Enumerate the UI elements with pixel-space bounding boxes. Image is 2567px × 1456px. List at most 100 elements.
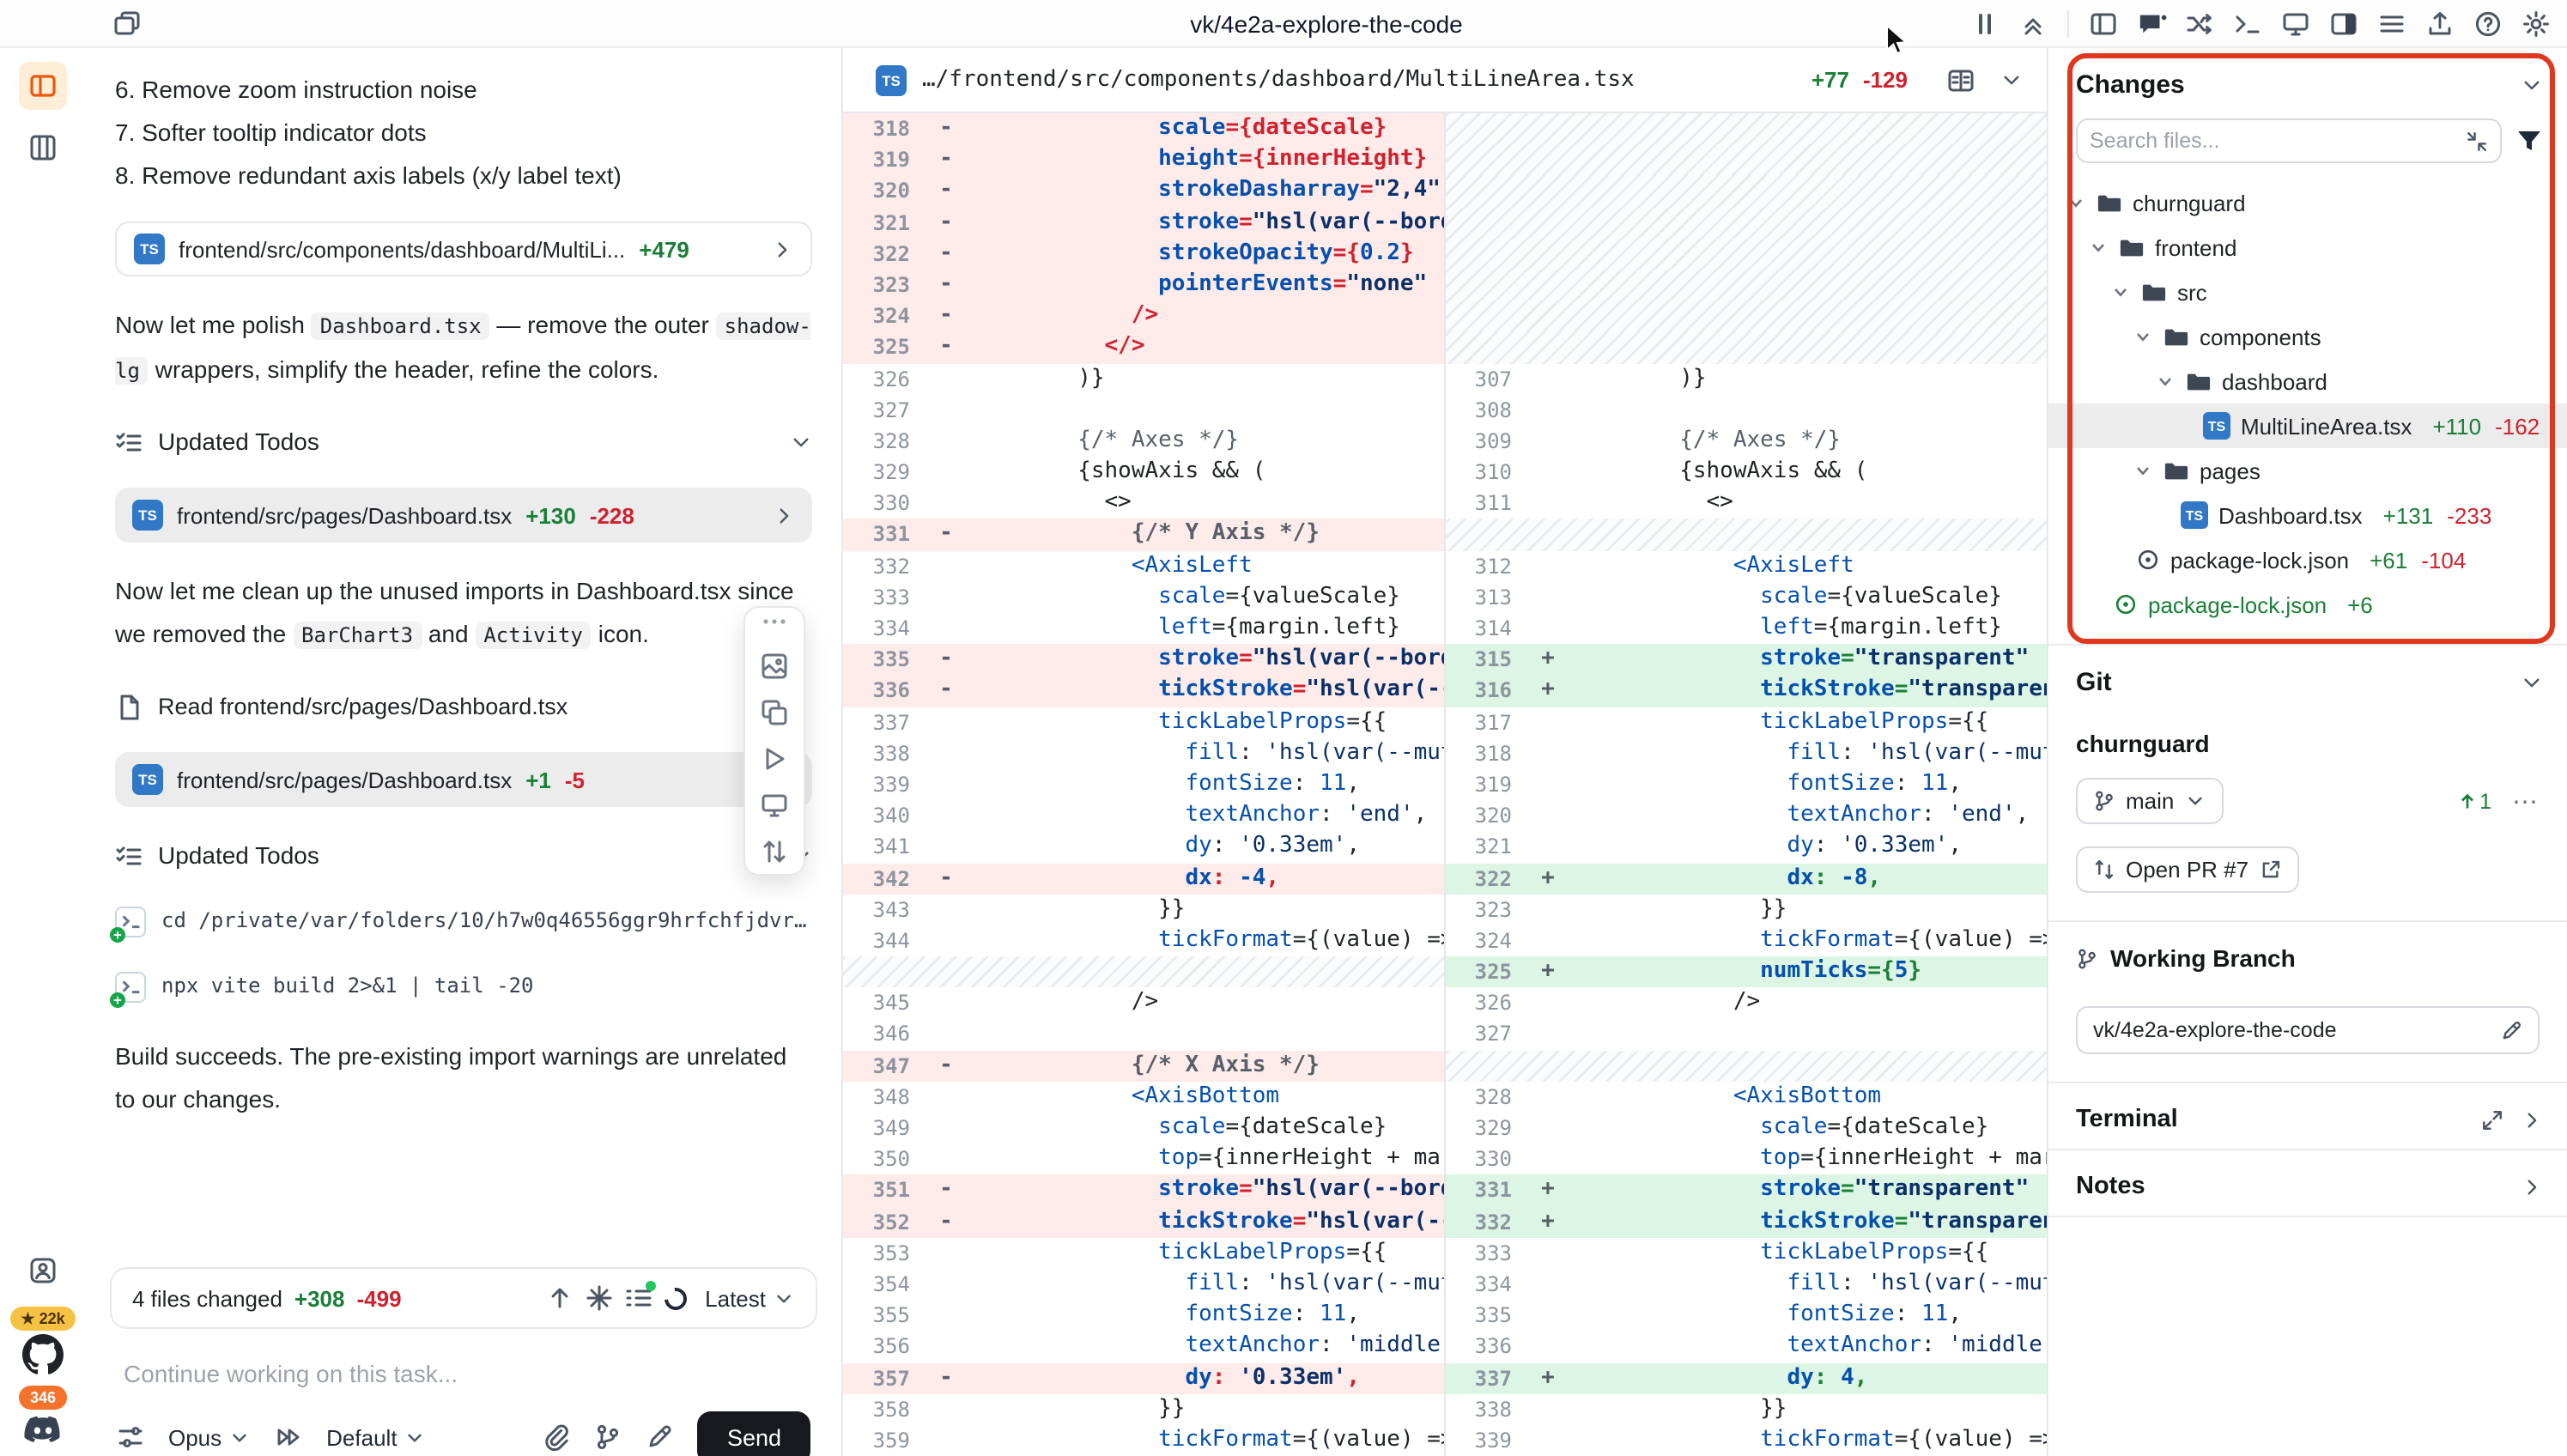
split-view-icon[interactable] <box>1947 66 1975 94</box>
pull-request-icon <box>2093 858 2115 881</box>
diff-row: 354 fill: 'hsl(var(--muted-foreground))'… <box>843 1269 1443 1300</box>
inline-code: BarChart3 <box>293 622 422 649</box>
panel-left-icon[interactable] <box>2090 10 2117 38</box>
edit-pencil-icon[interactable] <box>2500 1019 2522 1041</box>
external-link-icon <box>2259 858 2281 881</box>
tree-folder-pages[interactable]: pages <box>2048 448 2567 493</box>
inline-code: Activity <box>475 622 592 649</box>
copy-icon[interactable] <box>761 699 788 726</box>
more-options-icon[interactable] <box>761 616 788 634</box>
updated-todos-row[interactable]: Updated Todos <box>115 421 812 464</box>
send-button[interactable]: Send <box>698 1410 810 1456</box>
chevron-right-icon[interactable] <box>2521 1175 2543 1198</box>
diff-row <box>1445 332 2047 363</box>
expand-terminal-icon[interactable] <box>2481 1108 2503 1131</box>
panel-right-icon[interactable] <box>2330 10 2358 38</box>
scroll-up-icon[interactable] <box>545 1284 573 1312</box>
collapse-section-icon[interactable] <box>2521 671 2543 694</box>
file-change-card[interactable]: TS frontend/src/pages/Dashboard.tsx +1 -… <box>115 752 812 807</box>
run-icon[interactable] <box>761 745 788 773</box>
changes-title: Changes <box>2076 70 2185 100</box>
discord-icon[interactable] <box>0 1415 86 1446</box>
diff-row: 320 textAnchor: 'end', <box>1445 800 2047 831</box>
file-change-card[interactable]: TS frontend/src/pages/Dashboard.tsx +130… <box>115 488 812 543</box>
chevron-right-icon <box>773 504 795 526</box>
open-pr-button[interactable]: Open PR #7 <box>2076 846 2298 893</box>
loading-spinner-icon <box>659 1283 691 1314</box>
diff-row: 339 tickFormat={(value) => <box>1445 1425 2047 1456</box>
chevron-down-icon <box>2155 371 2176 391</box>
fast-forward-icon[interactable] <box>275 1423 302 1451</box>
updated-todos-row[interactable]: Updated Todos <box>115 834 812 877</box>
mouse-cursor <box>1885 24 1911 55</box>
chevron-down-icon[interactable] <box>790 431 812 453</box>
deletions-count: -5 <box>565 758 585 801</box>
chat-input[interactable] <box>124 1353 831 1394</box>
account-icon[interactable] <box>19 1247 67 1295</box>
diff-row: 324 tickFormat={(value) => <box>1445 925 2047 956</box>
file-search-input[interactable] <box>2090 129 2455 153</box>
read-file-row[interactable]: Read frontend/src/pages/Dashboard.tsx <box>115 685 812 728</box>
diff-row: 321- stroke="hsl(var(--border))" <box>843 207 1443 238</box>
tree-file-Dashboard.tsx[interactable]: TSDashboard.tsx+131-233 <box>2048 493 2567 537</box>
terminal-icon[interactable] <box>2234 10 2261 38</box>
diff-row: 319- height={innerHeight} <box>843 144 1443 175</box>
workspace-panel-icon[interactable] <box>19 62 67 110</box>
commits-ahead-badge: 1 <box>2457 789 2491 813</box>
snapshot-icon[interactable] <box>761 652 788 680</box>
monitor-icon[interactable] <box>2282 10 2309 38</box>
todos-status-icon[interactable] <box>624 1284 652 1312</box>
tree-folder-components[interactable]: components <box>2048 314 2567 359</box>
terminal-command-row[interactable]: + npx vite build 2>&1 | tail -20 <box>115 965 812 1008</box>
collapse-all-icon[interactable] <box>2019 10 2047 38</box>
chevron-down-icon[interactable] <box>2000 69 2023 91</box>
changes-status-bar[interactable]: 4 files changed +308 -499 Latest <box>110 1267 817 1329</box>
chevron-right-icon[interactable] <box>2521 1108 2543 1131</box>
board-grid-icon[interactable] <box>19 124 67 172</box>
chat-bubble-icon[interactable] <box>2138 10 2165 38</box>
assistant-message: Now let me polish Dashboard.tsx — remove… <box>115 304 812 393</box>
diff-row: 319 fontSize: 11, <box>1445 769 2047 800</box>
compare-icon[interactable] <box>761 838 788 865</box>
pen-icon[interactable] <box>646 1423 674 1451</box>
filter-tree-icon[interactable] <box>2515 127 2543 155</box>
terminal-command-row[interactable]: + cd /private/var/folders/10/h7w0q46556g… <box>115 900 812 943</box>
branch-selector[interactable]: main <box>2076 778 2224 824</box>
notes-title: Notes <box>2076 1173 2145 1200</box>
file-change-card[interactable]: TS frontend/src/components/dashboard/Mul… <box>115 221 812 276</box>
git-more-icon[interactable]: ⋯ <box>2512 786 2540 816</box>
working-branch-section: Working Branch vk/4e2a-explore-the-code <box>2048 920 2567 1082</box>
shuffle-icon[interactable] <box>2186 10 2213 38</box>
menu-icon[interactable] <box>2378 10 2406 38</box>
pause-icon[interactable] <box>1971 10 1999 38</box>
tree-file-package-lock.json[interactable]: package-lock.json+6 <box>2048 582 2567 627</box>
settings-gear-icon[interactable] <box>2522 10 2550 38</box>
collapse-section-icon[interactable] <box>2521 74 2543 96</box>
diff-row: 331- {/* Y Axis */} <box>843 519 1443 550</box>
diff-row: 323 }} <box>1445 894 2047 925</box>
tree-folder-churnguard[interactable]: churnguard <box>2048 180 2567 225</box>
tree-folder-dashboard[interactable]: dashboard <box>2048 359 2567 403</box>
github-icon[interactable] <box>0 1334 86 1375</box>
branch-icon[interactable] <box>595 1423 622 1451</box>
spark-icon[interactable] <box>585 1284 612 1312</box>
additions-count: +1 <box>525 758 551 801</box>
collapse-tree-icon[interactable] <box>2466 130 2488 152</box>
attach-paperclip-icon[interactable] <box>543 1423 571 1451</box>
todo-list-item: 6. Remove zoom instruction noise <box>115 69 812 112</box>
file-search-box[interactable] <box>2076 118 2502 163</box>
notes-section: Notes <box>2048 1149 2567 1217</box>
version-dropdown[interactable]: Latest <box>705 1285 795 1311</box>
tree-file-MultiLineArea.tsx[interactable]: TSMultiLineArea.tsx+110-162 <box>2048 403 2567 448</box>
monitor-icon[interactable] <box>761 792 788 819</box>
tree-file-package-lock.json[interactable]: package-lock.json+61-104 <box>2048 537 2567 582</box>
tree-folder-src[interactable]: src <box>2048 270 2567 314</box>
chat-settings-icon[interactable] <box>117 1423 144 1451</box>
share-icon[interactable] <box>2426 10 2454 38</box>
help-icon[interactable] <box>2474 10 2502 38</box>
tree-folder-frontend[interactable]: frontend <box>2048 225 2567 270</box>
diff-header: TS …/frontend/src/components/dashboard/M… <box>843 48 2047 113</box>
mode-dropdown[interactable]: Default <box>326 1424 426 1450</box>
working-branch-field[interactable]: vk/4e2a-explore-the-code <box>2076 1006 2540 1054</box>
model-dropdown[interactable]: Opus <box>168 1424 251 1450</box>
